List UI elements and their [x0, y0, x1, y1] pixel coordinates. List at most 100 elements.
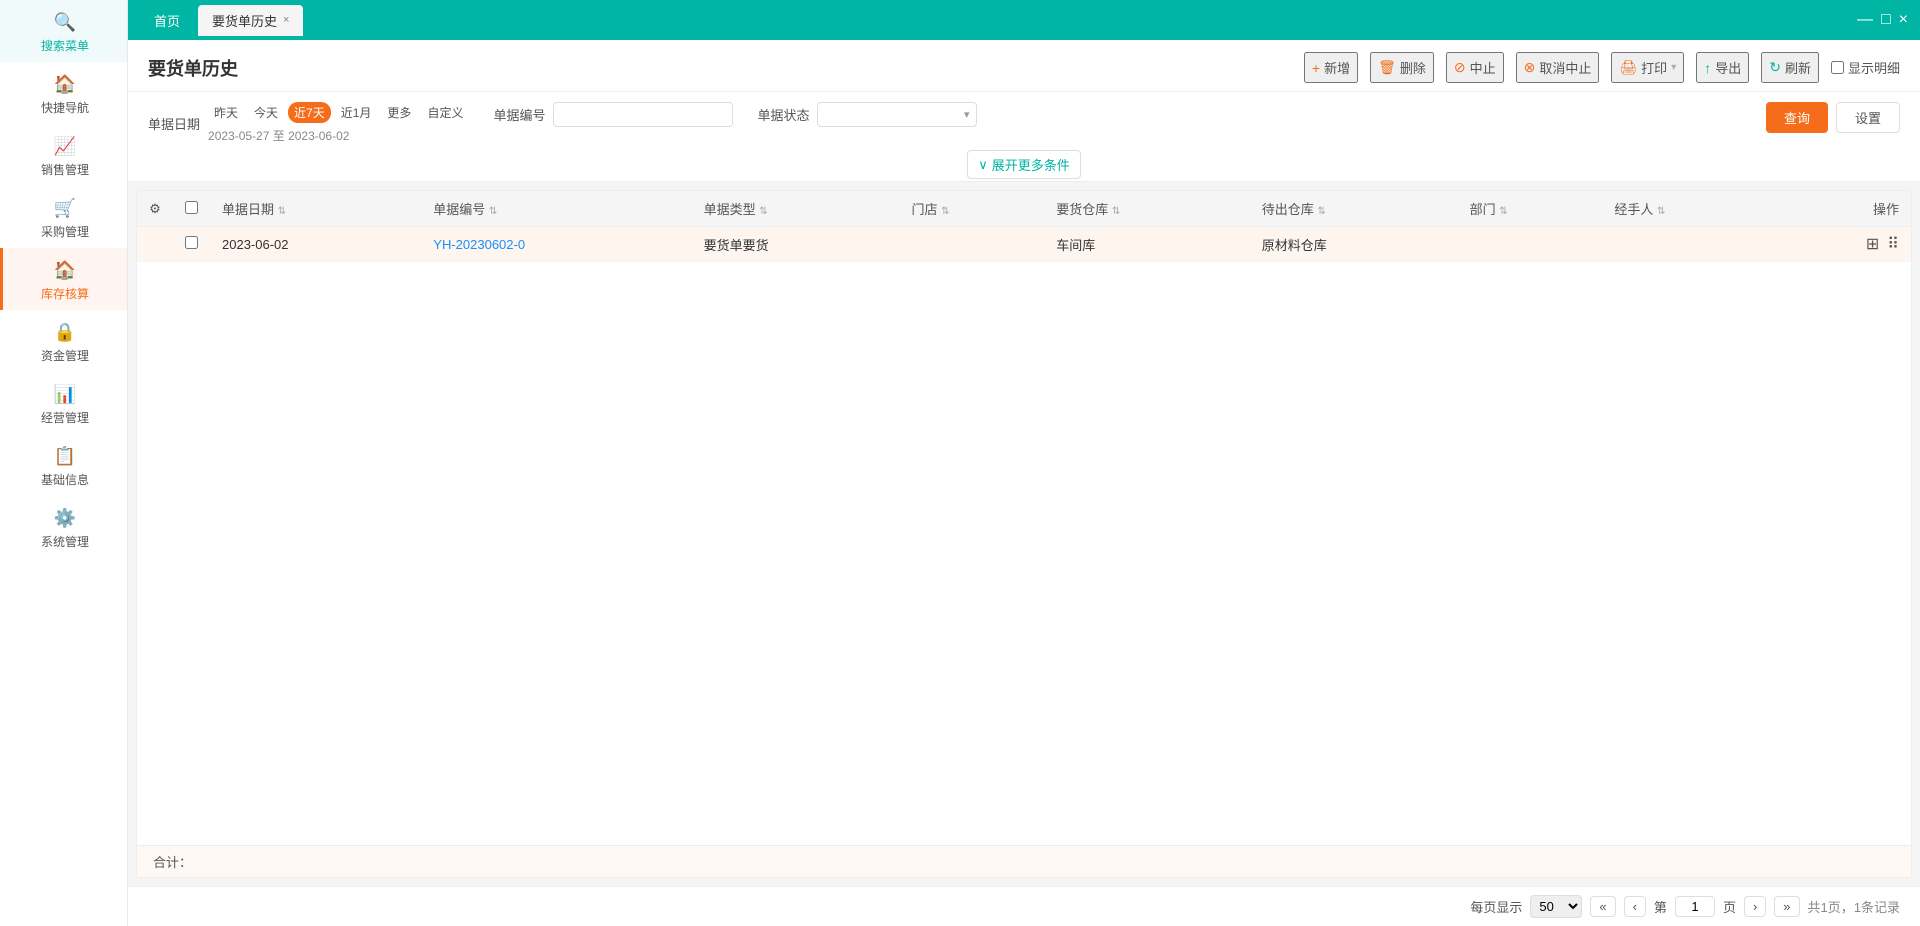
col-checkbox — [173, 191, 210, 227]
doc-status-filter-group: 单据状态 ▾ — [757, 102, 977, 127]
date-range-display: 2023-05-27 至 2023-06-02 — [208, 127, 469, 144]
cell-doc-date: 2023-06-02 — [210, 227, 421, 262]
col-doc-date-sort-icon: ⇅ — [278, 206, 286, 217]
select-all-checkbox[interactable] — [185, 201, 198, 214]
window-maximize-icon[interactable]: □ — [1881, 11, 1891, 29]
col-pending-warehouse-sort-icon: ⇅ — [1317, 206, 1325, 217]
sidebar-item-quick-nav[interactable]: 🏠 快捷导航 — [0, 62, 127, 124]
window-minimize-icon[interactable]: — — [1857, 11, 1873, 29]
delete-icon: 🗑 — [1378, 59, 1396, 76]
col-handler-label: 经手人 — [1614, 202, 1653, 217]
col-pending-warehouse[interactable]: 待出仓库 ⇅ — [1250, 191, 1458, 227]
doc-status-label: 单据状态 — [757, 105, 809, 124]
show-detail-label: 显示明细 — [1831, 58, 1900, 77]
page-title: 要货单历史 — [148, 55, 238, 81]
table-body: 2023-06-02 YH-20230602-0 要货单要货 车间库 原材料仓库 — [137, 227, 1911, 262]
sidebar-item-basic-info[interactable]: 📋 基础信息 — [0, 434, 127, 496]
new-button[interactable]: + 新增 — [1304, 52, 1358, 83]
purchase-mgmt-icon: 🛒 — [54, 198, 76, 219]
cancel-stop-button[interactable]: ⊗ 取消中止 — [1516, 52, 1600, 83]
col-req-warehouse-label: 要货仓库 — [1056, 202, 1108, 217]
col-department-sort-icon: ⇅ — [1499, 206, 1507, 217]
export-button[interactable]: ↑ 导出 — [1696, 52, 1749, 83]
settings-button[interactable]: 设置 — [1836, 102, 1900, 133]
date-btn-today[interactable]: 今天 — [248, 102, 284, 123]
table-header: ⚙ 单据日期 ⇅ 单据编号 ⇅ — [137, 191, 1911, 227]
sidebar-item-operations-mgmt[interactable]: 📊 经营管理 — [0, 372, 127, 434]
sidebar-item-search-menu[interactable]: 🔍 搜索菜单 — [0, 0, 127, 62]
tab-requisition-history[interactable]: 要货单历史 × — [198, 5, 303, 36]
stop-button[interactable]: ⊘ 中止 — [1446, 52, 1504, 83]
col-pending-warehouse-label: 待出仓库 — [1262, 202, 1314, 217]
prev-page-button[interactable]: ‹ — [1624, 896, 1646, 917]
next-page-button[interactable]: › — [1744, 896, 1766, 917]
col-store[interactable]: 门店 ⇅ — [899, 191, 1044, 227]
col-department[interactable]: 部门 ⇅ — [1458, 191, 1603, 227]
col-doc-number[interactable]: 单据编号 ⇅ — [421, 191, 691, 227]
table-wrapper: ⚙ 单据日期 ⇅ 单据编号 ⇅ — [136, 190, 1912, 878]
cell-req-warehouse: 车间库 — [1044, 227, 1250, 262]
col-req-warehouse-sort-icon: ⇅ — [1112, 206, 1120, 217]
col-store-label: 门店 — [911, 202, 937, 217]
sidebar-item-system-mgmt[interactable]: ⚙️ 系统管理 — [0, 496, 127, 558]
topbar: 首页 要货单历史 × — □ × — [128, 0, 1920, 40]
stop-icon: ⊘ — [1454, 59, 1466, 76]
col-doc-type[interactable]: 单据类型 ⇅ — [692, 191, 900, 227]
finance-mgmt-icon: 🔒 — [54, 322, 76, 343]
doc-status-select[interactable] — [817, 102, 977, 127]
doc-number-link[interactable]: YH-20230602-0 — [433, 237, 525, 252]
date-btn-more[interactable]: 更多 — [381, 102, 417, 123]
date-filter-label: 单据日期 — [148, 114, 200, 133]
sidebar-item-purchase-mgmt[interactable]: 🛒 采购管理 — [0, 186, 127, 248]
refresh-button[interactable]: ↻ 刷新 — [1761, 52, 1819, 83]
col-req-warehouse[interactable]: 要货仓库 ⇅ — [1044, 191, 1250, 227]
row-edit-icon[interactable]: ⊞ — [1866, 234, 1879, 254]
sidebar-item-finance-mgmt[interactable]: 🔒 资金管理 — [0, 310, 127, 372]
col-actions: 操作 — [1778, 191, 1911, 227]
date-btn-7days[interactable]: 近7天 — [288, 102, 331, 123]
col-handler[interactable]: 经手人 ⇅ — [1602, 191, 1777, 227]
window-close-icon[interactable]: × — [1899, 11, 1908, 29]
cell-doc-number: YH-20230602-0 — [421, 227, 691, 262]
close-tab-icon[interactable]: × — [283, 14, 289, 26]
page-number-input[interactable] — [1675, 896, 1715, 917]
delete-button[interactable]: 🗑 删除 — [1370, 52, 1434, 83]
page-label-prefix: 第 — [1654, 897, 1667, 916]
filter-actions: 查询 设置 — [1766, 102, 1900, 133]
cell-handler — [1602, 227, 1777, 262]
col-doc-date[interactable]: 单据日期 ⇅ — [210, 191, 421, 227]
doc-number-input[interactable] — [553, 102, 733, 127]
tab-home[interactable]: 首页 — [140, 5, 194, 36]
col-doc-type-label: 单据类型 — [704, 202, 756, 217]
row-checkbox[interactable] — [185, 236, 198, 249]
print-button[interactable]: 🖨 打印 ▾ — [1611, 52, 1684, 83]
row-more-icon[interactable]: ⠿ — [1887, 234, 1899, 254]
column-settings-icon[interactable]: ⚙ — [149, 201, 161, 216]
content-area: 要货单历史 + 新增 🗑 删除 ⊘ 中止 ⊗ 取消中止 — [128, 40, 1920, 926]
cell-doc-type: 要货单要货 — [692, 227, 900, 262]
col-department-label: 部门 — [1470, 202, 1496, 217]
col-handler-sort-icon: ⇅ — [1657, 206, 1665, 217]
sidebar-item-inventory[interactable]: 🏠 库存核算 — [0, 248, 127, 310]
query-button[interactable]: 查询 — [1766, 102, 1828, 133]
col-settings[interactable]: ⚙ — [137, 191, 173, 227]
doc-number-filter-group: 单据编号 — [493, 102, 733, 127]
date-filter-buttons: 昨天 今天 近7天 近1月 更多 自定义 — [208, 102, 469, 123]
first-page-button[interactable]: « — [1590, 896, 1615, 917]
date-btn-yesterday[interactable]: 昨天 — [208, 102, 244, 123]
cell-checkbox — [173, 227, 210, 262]
sidebar-item-sales-mgmt[interactable]: 📈 销售管理 — [0, 124, 127, 186]
table-footer: 合计： — [137, 845, 1911, 877]
export-icon: ↑ — [1704, 60, 1711, 76]
date-btn-1month[interactable]: 近1月 — [335, 102, 378, 123]
show-detail-checkbox[interactable] — [1831, 61, 1844, 74]
date-btn-custom[interactable]: 自定义 — [421, 102, 469, 123]
toolbar: + 新增 🗑 删除 ⊘ 中止 ⊗ 取消中止 🖨 打印 — [1304, 52, 1900, 83]
sidebar: 🔍 搜索菜单 🏠 快捷导航 📈 销售管理 🛒 采购管理 🏠 库存核算 🔒 资金管… — [0, 0, 128, 926]
page-size-select[interactable]: 10 20 50 100 — [1530, 895, 1582, 918]
topbar-window-controls: — □ × — [1857, 11, 1908, 29]
expand-filter-button[interactable]: ∨ 展开更多条件 — [967, 150, 1081, 179]
cell-department — [1458, 227, 1603, 262]
search-menu-icon: 🔍 — [54, 12, 76, 33]
last-page-button[interactable]: » — [1774, 896, 1799, 917]
